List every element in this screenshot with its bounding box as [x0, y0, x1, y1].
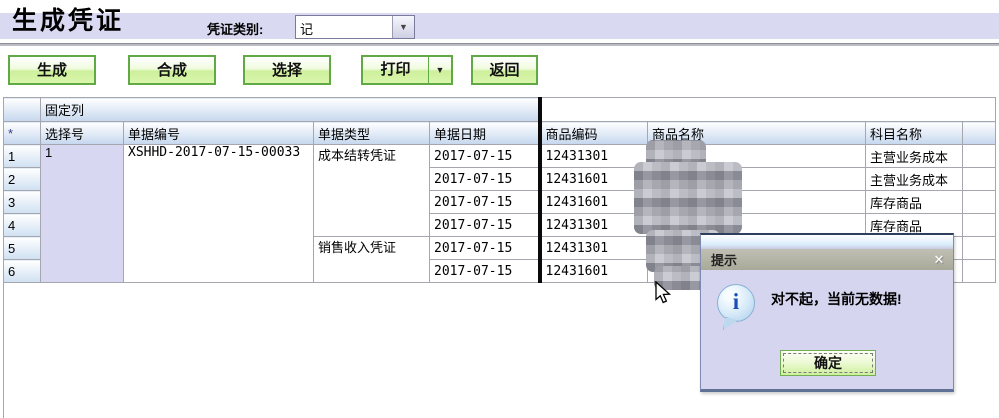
close-icon[interactable]: ✕	[931, 252, 947, 268]
doc-date-cell[interactable]: 2017-07-15	[428, 144, 541, 168]
product-code-cell[interactable]: 12431601	[537, 190, 649, 214]
stub-cell	[962, 190, 997, 214]
product-code-cell[interactable]: 12431301	[537, 144, 649, 168]
stub-cell	[962, 236, 997, 260]
col-doc-no[interactable]: 单据编号	[123, 121, 314, 145]
compose-button[interactable]: 合成	[128, 55, 216, 85]
row-number[interactable]: 3	[3, 190, 41, 214]
doc-date-cell[interactable]: 2017-07-15	[428, 190, 541, 214]
doc-date-cell[interactable]: 2017-07-15	[428, 236, 541, 260]
col-subject-name[interactable]: 科目名称	[865, 121, 964, 145]
generate-voucher-window: 生成凭证 凭证类别: 记 ▼ 生成 合成 选择 打印 ▼ 返回 固定列 * 选择…	[0, 0, 999, 418]
scroll-section-header	[537, 97, 997, 122]
header-divider	[0, 43, 999, 46]
col-row-marker[interactable]: *	[3, 121, 41, 145]
row-number[interactable]: 4	[3, 213, 41, 237]
header-strip	[0, 13, 999, 39]
info-icon: i	[717, 284, 755, 322]
subject-name-cell[interactable]: 主营业务成本	[865, 167, 964, 191]
stub-cell	[962, 144, 997, 168]
stub-cell	[962, 167, 997, 191]
doc-date-cell[interactable]: 2017-07-15	[428, 213, 541, 237]
stub-cell	[962, 259, 997, 283]
doc-type-cell-cost[interactable]: 成本结转凭证	[313, 144, 430, 237]
toolbar: 生成 合成 选择 打印 ▼ 返回	[0, 55, 999, 85]
page-title: 生成凭证	[12, 7, 125, 35]
group-header-row: 固定列	[3, 97, 997, 122]
voucher-type-value: 记	[300, 22, 314, 37]
product-code-cell[interactable]: 12431301	[537, 213, 649, 237]
product-code-cell[interactable]: 12431301	[537, 236, 649, 260]
dialog-message: 对不起，当前无数据!	[771, 291, 902, 307]
col-doc-date[interactable]: 单据日期	[428, 121, 541, 145]
col-stub	[962, 121, 997, 145]
subject-name-cell[interactable]: 库存商品	[865, 190, 964, 214]
message-dialog: 提示 ✕ i 对不起，当前无数据! 确定	[700, 233, 954, 392]
dialog-body: i 对不起，当前无数据! 确定	[701, 270, 953, 391]
print-dropdown-icon[interactable]: ▼	[428, 57, 451, 83]
back-button[interactable]: 返回	[471, 55, 538, 85]
fixed-columns-header: 固定列	[39, 97, 541, 122]
print-split-button[interactable]: 打印 ▼	[361, 55, 453, 85]
dialog-titlebar[interactable]: 提示 ✕	[701, 249, 953, 270]
col-product-code[interactable]: 商品编码	[537, 121, 649, 145]
ok-button[interactable]: 确定	[780, 350, 876, 376]
select-button[interactable]: 选择	[243, 55, 331, 85]
voucher-type-combobox[interactable]: 记 ▼	[295, 15, 415, 39]
censor-blob	[634, 162, 742, 234]
doc-no-cell[interactable]: XSHHD-2017-07-15-00033	[123, 144, 314, 283]
row-number[interactable]: 1	[3, 144, 41, 168]
col-select-no[interactable]: 选择号	[40, 121, 124, 145]
chevron-down-icon[interactable]: ▼	[392, 16, 414, 38]
row-number[interactable]: 6	[3, 259, 41, 283]
dialog-top-strip	[701, 235, 953, 249]
table-row[interactable]: 1 1 XSHHD-2017-07-15-00033 成本结转凭证 2017-0…	[3, 144, 997, 283]
stub-cell	[962, 213, 997, 237]
doc-type-cell-sales[interactable]: 销售收入凭证	[313, 236, 430, 283]
mouse-cursor-icon	[651, 280, 673, 310]
row-number[interactable]: 2	[3, 167, 41, 191]
doc-date-cell[interactable]: 2017-07-15	[428, 167, 541, 191]
col-doc-type[interactable]: 单据类型	[313, 121, 430, 145]
product-code-cell[interactable]: 12431601	[537, 167, 649, 191]
dialog-title: 提示	[711, 253, 738, 268]
subject-name-cell[interactable]: 主营业务成本	[865, 144, 964, 168]
row-number[interactable]: 5	[3, 236, 41, 260]
voucher-type-label: 凭证类别:	[207, 22, 264, 37]
print-button[interactable]: 打印	[363, 57, 428, 83]
column-header-row: * 选择号 单据编号 单据类型 单据日期 商品编码 商品名称 科目名称	[3, 121, 997, 145]
product-code-cell[interactable]: 12431601	[537, 259, 649, 283]
select-no-cell[interactable]: 1	[40, 144, 124, 283]
generate-button[interactable]: 生成	[8, 55, 96, 85]
doc-date-cell[interactable]: 2017-07-15	[428, 259, 541, 283]
corner-cell	[3, 97, 41, 122]
